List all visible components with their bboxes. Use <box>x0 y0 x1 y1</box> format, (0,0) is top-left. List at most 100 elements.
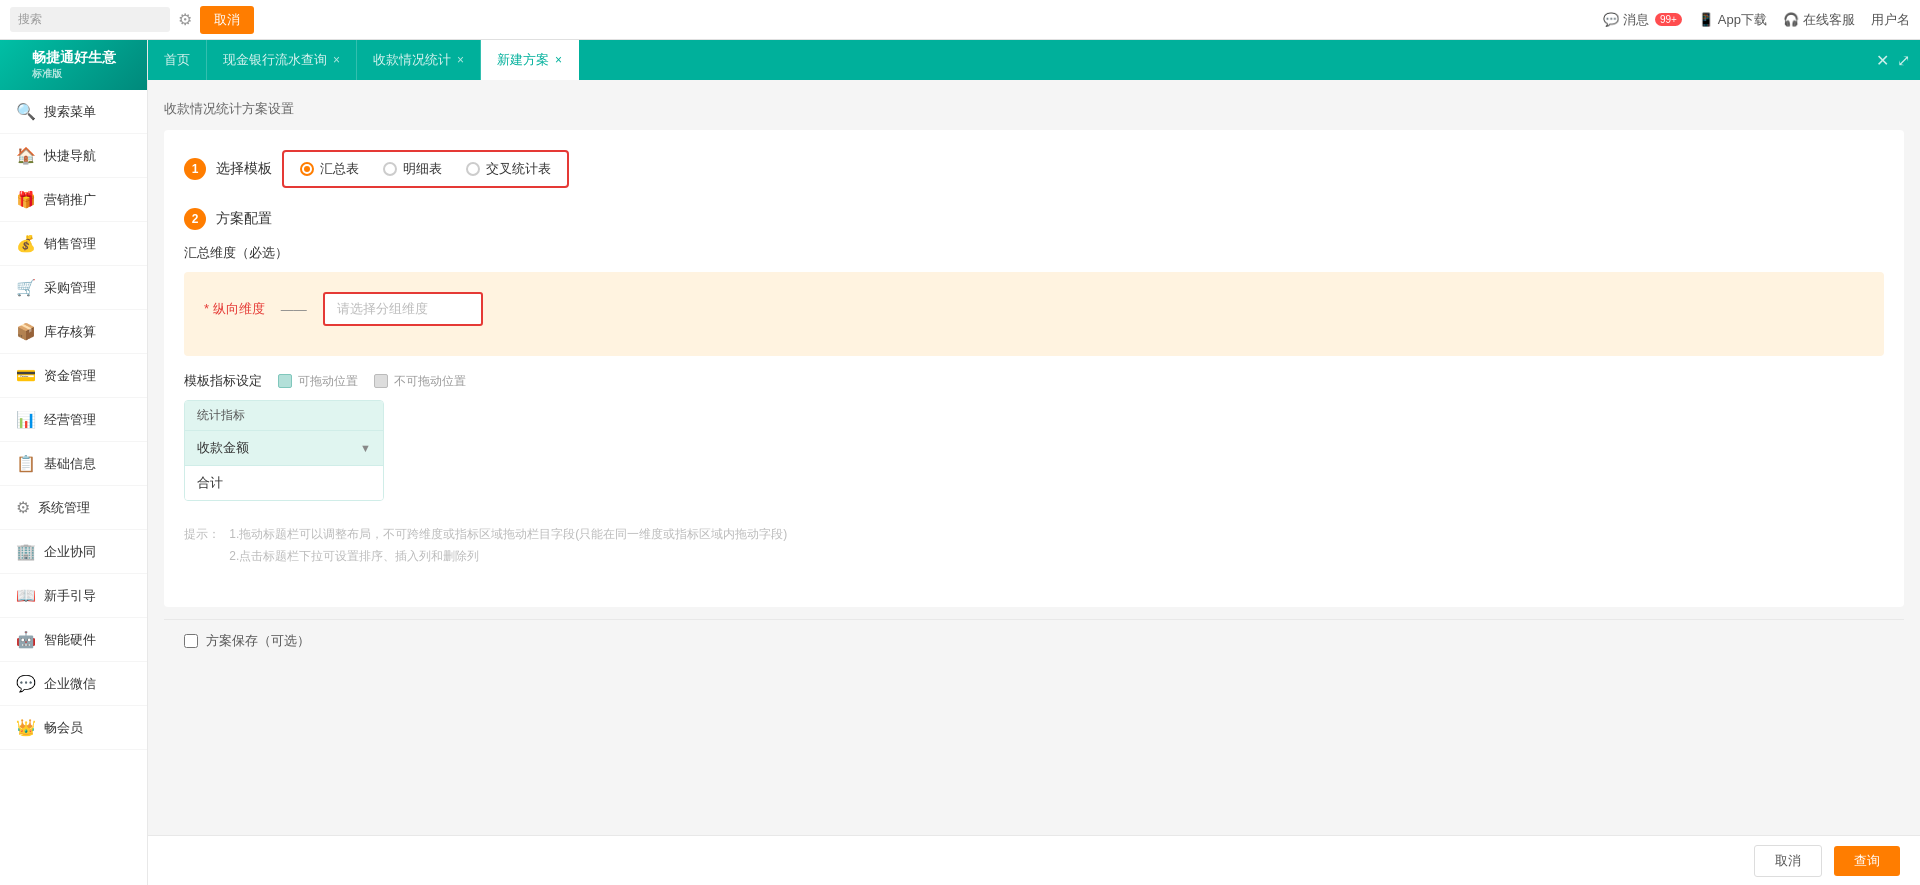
sidebar-logo: 畅捷通好生意 标准版 <box>0 40 147 90</box>
radio-detail[interactable]: 明细表 <box>383 160 442 178</box>
gear-icon[interactable]: ⚙ <box>178 10 192 29</box>
sidebar-label-quick-nav: 快捷导航 <box>44 147 96 165</box>
sidebar-item-sales[interactable]: 💰 销售管理 <box>0 222 147 266</box>
radio-summary[interactable]: 汇总表 <box>300 160 359 178</box>
notification-item[interactable]: 💬 消息 99+ <box>1603 11 1682 29</box>
headset-icon: 🎧 <box>1783 12 1799 27</box>
radio-summary-circle <box>300 162 314 176</box>
expand-icon[interactable]: ⤢ <box>1897 51 1910 70</box>
tab-cashflow-label: 现金银行流水查询 <box>223 51 327 69</box>
basic-info-icon: 📋 <box>16 454 36 473</box>
sidebar-item-marketing[interactable]: 🎁 营销推广 <box>0 178 147 222</box>
radio-summary-dot <box>304 166 310 172</box>
app-download-label: App下载 <box>1718 11 1767 29</box>
app-download-item[interactable]: 📱 App下载 <box>1698 11 1767 29</box>
tab-cashflow[interactable]: 现金银行流水查询 × <box>207 40 357 80</box>
sidebar-item-enterprise-collab[interactable]: 🏢 企业协同 <box>0 530 147 574</box>
sidebar-item-member[interactable]: 👑 畅会员 <box>0 706 147 750</box>
sidebar-label-inventory: 库存核算 <box>44 323 96 341</box>
row-dimension-label: * 纵向维度 <box>204 300 265 318</box>
main-layout: 畅捷通好生意 标准版 🔍 搜索菜单 🏠 快捷导航 🎁 营销推广 💰 销售管理 🛒… <box>0 40 1920 885</box>
tab-receipt-stats-close[interactable]: × <box>457 53 464 67</box>
sidebar-item-inventory[interactable]: 📦 库存核算 <box>0 310 147 354</box>
indicator-receipt-label: 收款金额 <box>197 439 249 457</box>
tab-new-plan-close[interactable]: × <box>555 53 562 67</box>
online-service-label: 在线客服 <box>1803 11 1855 29</box>
user-name[interactable]: 用户名 <box>1871 11 1910 29</box>
save-label: 方案保存（可选） <box>206 632 310 650</box>
radio-summary-label: 汇总表 <box>320 160 359 178</box>
tab-home[interactable]: 首页 <box>148 40 207 80</box>
content-area: 首页 现金银行流水查询 × 收款情况统计 × 新建方案 × ✕ ⤢ 收 <box>148 40 1920 885</box>
legend-fixed-label: 不可拖动位置 <box>394 373 466 390</box>
sidebar-item-quick-nav[interactable]: 🏠 快捷导航 <box>0 134 147 178</box>
sidebar-item-smart-hardware[interactable]: 🤖 智能硬件 <box>0 618 147 662</box>
tip-1: 提示： 1.拖动标题栏可以调整布局，不可跨维度或指标区域拖动栏目字段(只能在同一… <box>184 524 1884 546</box>
query-button[interactable]: 查询 <box>1834 846 1900 876</box>
footer-actions: 取消 查询 <box>148 835 1920 885</box>
sidebar-item-basic-info[interactable]: 📋 基础信息 <box>0 442 147 486</box>
online-service-item[interactable]: 🎧 在线客服 <box>1783 11 1855 29</box>
sidebar-item-search-menu[interactable]: 🔍 搜索菜单 <box>0 90 147 134</box>
notification-label: 消息 <box>1623 11 1649 29</box>
page-content: 收款情况统计方案设置 1 选择模板 汇总表 <box>148 80 1920 835</box>
radio-cross-label: 交叉统计表 <box>486 160 551 178</box>
trial-btn[interactable]: 取消 <box>200 6 254 34</box>
sidebar-item-system[interactable]: ⚙ 系统管理 <box>0 486 147 530</box>
cancel-button[interactable]: 取消 <box>1754 845 1822 877</box>
tab-bar-actions: ✕ ⤢ <box>1876 51 1920 70</box>
legend-fixed-box <box>374 374 388 388</box>
capital-icon: 💳 <box>16 366 36 385</box>
wechat-icon: 💬 <box>16 674 36 693</box>
operations-icon: 📊 <box>16 410 36 429</box>
purchase-icon: 🛒 <box>16 278 36 297</box>
logo-sub: 标准版 <box>32 67 116 81</box>
indicator-settings-title: 模板指标设定 <box>184 372 262 390</box>
save-checkbox[interactable] <box>184 634 198 648</box>
sidebar-label-member: 畅会员 <box>44 719 83 737</box>
sidebar-item-operations[interactable]: 📊 经营管理 <box>0 398 147 442</box>
indicator-table-header: 统计指标 <box>185 401 383 431</box>
tab-new-plan[interactable]: 新建方案 × <box>481 40 579 80</box>
sidebar-label-enterprise-collab: 企业协同 <box>44 543 96 561</box>
member-icon: 👑 <box>16 718 36 737</box>
search-bar[interactable]: 搜索 <box>10 7 170 32</box>
logo-text: 畅捷通好生意 <box>32 49 116 67</box>
step2-section: 2 方案配置 汇总维度（必选） * 纵向维度 —— 请选择分组维度 <box>184 208 1884 567</box>
sidebar-item-purchase[interactable]: 🛒 采购管理 <box>0 266 147 310</box>
radio-detail-label: 明细表 <box>403 160 442 178</box>
sidebar-label-beginner: 新手引导 <box>44 587 96 605</box>
tip-2: 提示： 2.点击标题栏下拉可设置排序、插入列和删除列 <box>184 546 1884 568</box>
save-section: 方案保存（可选） <box>164 619 1904 662</box>
dimension-arrow: —— <box>281 302 307 317</box>
system-icon: ⚙ <box>16 498 30 517</box>
indicator-label-row: 模板指标设定 可拖动位置 不可拖动位置 <box>184 372 1884 390</box>
step2-header: 2 方案配置 <box>184 208 1884 230</box>
indicator-table: 统计指标 收款金额 ▼ 合计 <box>184 400 384 501</box>
sidebar-item-capital[interactable]: 💳 资金管理 <box>0 354 147 398</box>
close-window-icon[interactable]: ✕ <box>1876 51 1889 70</box>
sidebar-item-beginner[interactable]: 📖 新手引导 <box>0 574 147 618</box>
radio-cross[interactable]: 交叉统计表 <box>466 160 551 178</box>
indicator-cell-receipt[interactable]: 收款金额 ▼ <box>185 431 383 465</box>
sidebar-item-enterprise-wechat[interactable]: 💬 企业微信 <box>0 662 147 706</box>
dimension-section-title: 汇总维度（必选） <box>184 244 1884 262</box>
tab-new-plan-label: 新建方案 <box>497 51 549 69</box>
radio-cross-circle <box>466 162 480 176</box>
indicator-settings: 模板指标设定 可拖动位置 不可拖动位置 <box>184 372 1884 504</box>
legend-fixed: 不可拖动位置 <box>374 373 466 390</box>
page-title-bar: 收款情况统计方案设置 <box>164 96 1904 130</box>
legend-draggable-label: 可拖动位置 <box>298 373 358 390</box>
sidebar-label-capital: 资金管理 <box>44 367 96 385</box>
sidebar-label-sales: 销售管理 <box>44 235 96 253</box>
notification-badge: 99+ <box>1655 13 1682 26</box>
sidebar-label-system: 系统管理 <box>38 499 90 517</box>
sidebar-label-purchase: 采购管理 <box>44 279 96 297</box>
page-title: 收款情况统计方案设置 <box>164 101 294 116</box>
dimension-select[interactable]: 请选择分组维度 <box>323 292 483 326</box>
sidebar: 畅捷通好生意 标准版 🔍 搜索菜单 🏠 快捷导航 🎁 营销推广 💰 销售管理 🛒… <box>0 40 148 885</box>
tips-section: 提示： 1.拖动标题栏可以调整布局，不可跨维度或指标区域拖动栏目字段(只能在同一… <box>184 524 1884 567</box>
tab-receipt-stats[interactable]: 收款情况统计 × <box>357 40 481 80</box>
step1-card: 1 选择模板 汇总表 明细表 <box>164 130 1904 607</box>
tab-cashflow-close[interactable]: × <box>333 53 340 67</box>
